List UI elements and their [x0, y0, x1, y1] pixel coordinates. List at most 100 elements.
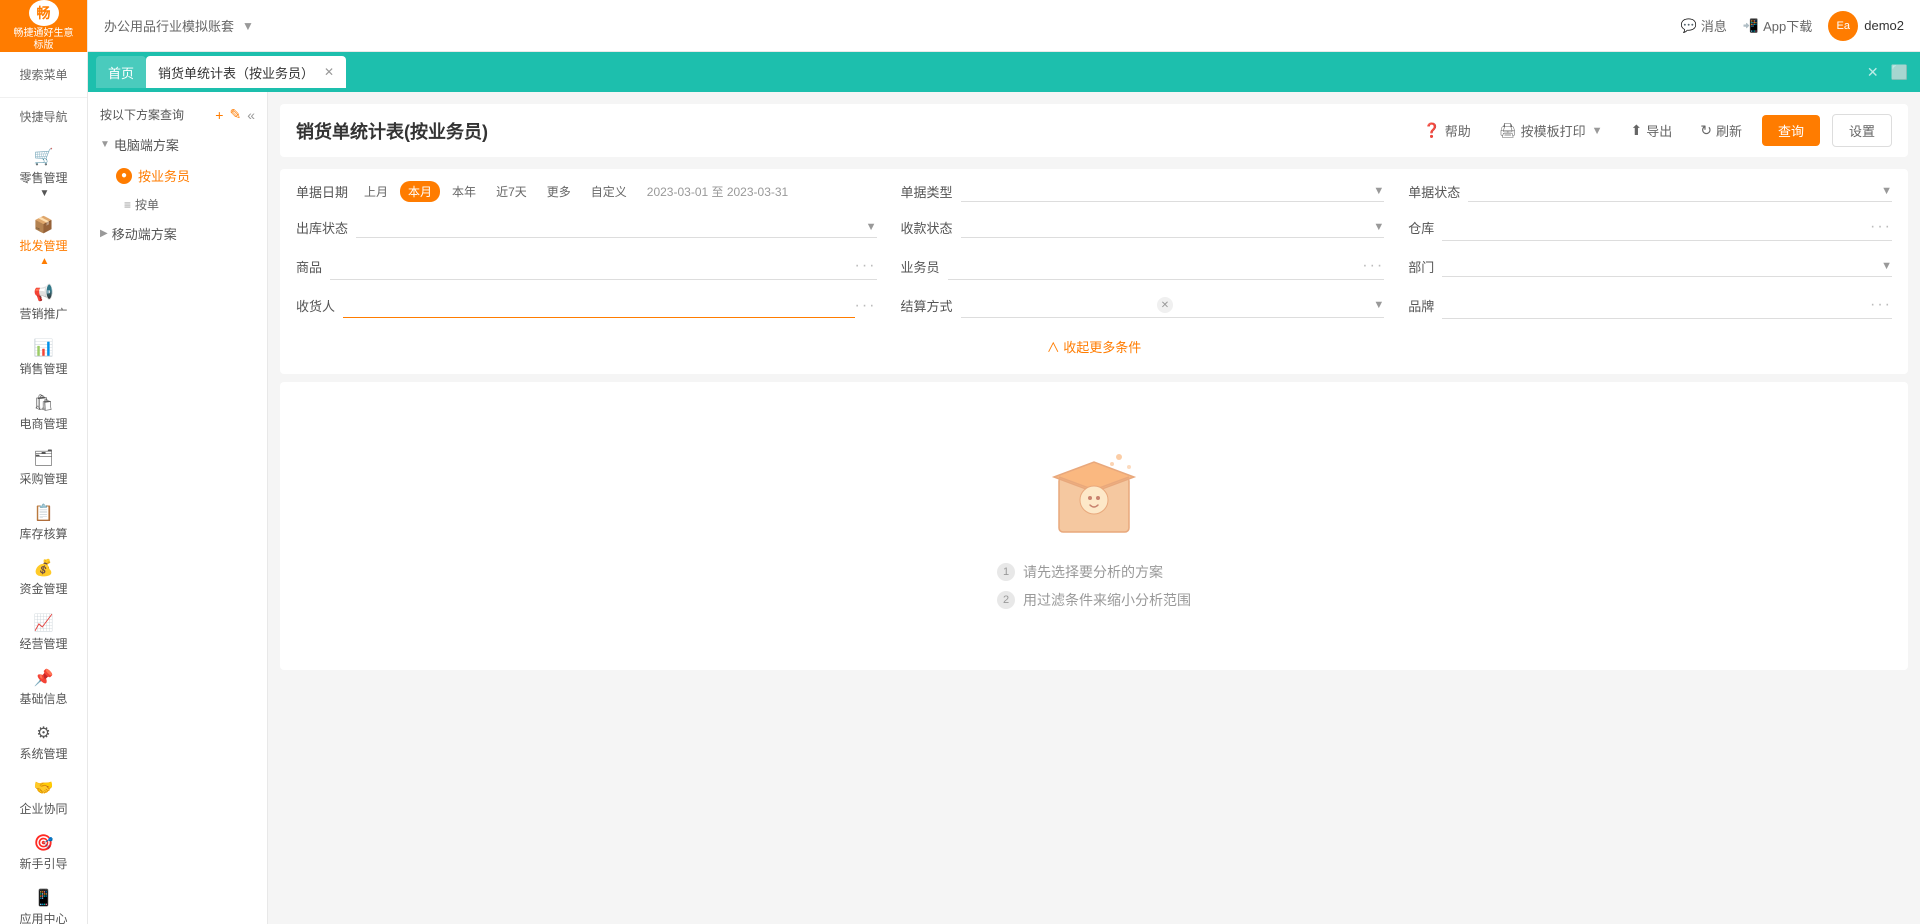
date-tab-7days[interactable]: 近7天 — [488, 181, 535, 202]
date-tab-more[interactable]: 更多 — [539, 181, 579, 202]
left-panel-edit-icon[interactable]: ✎ — [229, 106, 241, 123]
sidebar-group-wholesale[interactable]: 📦 批发管理 ▲ — [0, 207, 87, 275]
out-status-select[interactable]: ▼ — [356, 217, 876, 238]
date-tab-custom[interactable]: 自定义 — [583, 181, 635, 202]
app-download-button[interactable]: 📲 App下载 — [1743, 16, 1812, 35]
left-panel-pc-header[interactable]: ▼ 电脑端方案 — [88, 129, 267, 160]
left-panel-title: 按以下方案查询 — [100, 106, 184, 123]
date-tab-this-month[interactable]: 本月 — [400, 181, 440, 202]
collapse-more-button[interactable]: ∧ 收起更多条件 — [1047, 331, 1142, 362]
sidebar-item-retail[interactable]: 🛒 零售管理 ▼ — [0, 139, 87, 207]
sidebar-item-basic[interactable]: 📌 基础信息 — [0, 660, 87, 715]
template-print-button[interactable]: 🖨 按模板打印 ▼ — [1491, 117, 1611, 144]
export-button[interactable]: ⬆ 导出 — [1622, 117, 1680, 144]
left-panel-order-item[interactable]: ≡ 按单 — [88, 191, 267, 218]
receiver-input[interactable] — [343, 294, 855, 318]
order-item-icon: ≡ — [124, 198, 131, 212]
finance-icon: 💰 — [34, 558, 54, 578]
doc-type-select[interactable]: ▼ — [961, 181, 1385, 202]
template-print-label: 按模板打印 — [1521, 121, 1586, 140]
date-tab-this-year[interactable]: 本年 — [444, 181, 484, 202]
quick-nav-section[interactable]: 快捷导航 — [0, 98, 87, 135]
user-profile[interactable]: Ea demo2 — [1828, 11, 1904, 41]
tab-home[interactable]: 首页 — [96, 56, 146, 88]
right-panel: 销货单统计表(按业务员) ❓ 帮助 🖨 按模板打印 ▼ ⬆ 导出 — [268, 92, 1920, 924]
department-select[interactable]: ▼ — [1442, 256, 1892, 277]
setting-button[interactable]: 设置 — [1832, 114, 1892, 147]
sidebar-item-appstore[interactable]: 📱 应用中心 — [0, 880, 87, 924]
sidebar-item-ecommerce[interactable]: 🛍 电商管理 — [0, 385, 87, 440]
sidebar-item-operation[interactable]: 📈 经营管理 — [0, 605, 87, 660]
filter-row-3: 商品 ··· 业务员 ··· — [296, 253, 1892, 280]
settlement-select[interactable]: ✕ ▼ — [961, 293, 1385, 318]
refresh-label: 刷新 — [1716, 121, 1742, 140]
sidebar-search-section[interactable]: 搜索菜单 — [0, 52, 87, 98]
left-panel-mobile-header[interactable]: ▶ 移动端方案 — [88, 218, 267, 249]
receive-status-select[interactable]: ▼ — [961, 217, 1385, 238]
quick-nav-label[interactable]: 快捷导航 — [0, 102, 87, 131]
left-panel-salesperson-item[interactable]: ● 按业务员 — [88, 160, 267, 191]
tab-sales-report[interactable]: 销货单统计表（按业务员） ✕ — [146, 56, 346, 88]
filter-product: 商品 ··· — [296, 253, 877, 280]
inventory-label: 库存核算 — [19, 525, 67, 542]
wholesale-icon: 📦 — [34, 215, 54, 235]
settlement-clear-icon[interactable]: ✕ — [1157, 297, 1173, 313]
message-label: 消息 — [1701, 16, 1727, 35]
salesperson-select[interactable]: ··· — [948, 253, 1385, 280]
date-tab-last-month[interactable]: 上月 — [356, 181, 396, 202]
help-button[interactable]: ❓ 帮助 — [1415, 117, 1478, 144]
doc-status-label: 单据状态 — [1408, 182, 1460, 201]
date-tabs: 上月 本月 本年 近7天 更多 自定义 — [356, 181, 635, 202]
tab-close-window-icon[interactable]: ✕ — [1867, 64, 1879, 81]
sidebar-item-marketing[interactable]: 📢 营销推广 — [0, 275, 87, 330]
sidebar-item-enterprise[interactable]: 🤝 企业协同 — [0, 770, 87, 825]
sidebar-item-inventory[interactable]: 📋 库存核算 — [0, 495, 87, 550]
enterprise-label: 企业协同 — [19, 800, 67, 817]
tab-maximize-icon[interactable]: ⬜ — [1891, 64, 1908, 81]
left-panel-mobile-group: ▶ 移动端方案 — [88, 218, 267, 249]
receiver-dots[interactable]: ··· — [855, 297, 877, 315]
template-dropdown-arrow[interactable]: ▼ — [1592, 125, 1603, 137]
left-panel-add-icon[interactable]: + — [215, 107, 223, 123]
sidebar-item-purchase[interactable]: 🗂 采购管理 — [0, 440, 87, 495]
settlement-arrow: ▼ — [1373, 299, 1384, 311]
query-button[interactable]: 查询 — [1762, 115, 1820, 146]
page-title: 销货单统计表(按业务员) — [296, 118, 488, 144]
warehouse-select[interactable]: ··· — [1442, 214, 1892, 241]
date-filter-control: 上月 本月 本年 近7天 更多 自定义 2023-03-01 至 2023-03… — [356, 181, 876, 202]
refresh-button[interactable]: ↻ 刷新 — [1692, 117, 1750, 144]
warehouse-label: 仓库 — [1408, 218, 1434, 237]
help-label: 帮助 — [1445, 121, 1471, 140]
sidebar-item-sales[interactable]: 📊 销售管理 — [0, 330, 87, 385]
app-download-icon: 📲 — [1743, 18, 1759, 34]
search-menu-label[interactable]: 搜索菜单 — [0, 60, 87, 89]
filter-receive-status: 收款状态 ▼ — [901, 217, 1385, 238]
purchase-icon: 🗂 — [33, 448, 53, 468]
empty-tips: 1 请先选择要分析的方案 2 用过滤条件来缩小分析范围 — [997, 562, 1191, 610]
sidebar-item-wholesale[interactable]: 📦 批发管理 ▲ — [0, 207, 87, 275]
system-icon: ⚙ — [36, 723, 50, 743]
sidebar-item-newbie[interactable]: 🎯 新手引导 — [0, 825, 87, 880]
breadcrumb-dropdown-icon[interactable]: ▼ — [242, 19, 254, 33]
wholesale-label: 批发管理 — [19, 237, 67, 254]
doc-status-select[interactable]: ▼ — [1468, 181, 1892, 202]
left-panel-collapse-icon[interactable]: « — [247, 107, 255, 123]
product-select[interactable]: ··· — [330, 253, 876, 280]
filter-row-2: 出库状态 ▼ 收款状态 ▼ — [296, 214, 1892, 241]
export-icon: ⬆ — [1630, 122, 1642, 139]
retail-label: 零售管理 — [19, 169, 67, 186]
sidebar-group-retail[interactable]: 🛒 零售管理 ▼ — [0, 139, 87, 207]
filter-doc-status: 单据状态 ▼ — [1408, 181, 1892, 202]
inventory-icon: 📋 — [34, 503, 54, 523]
sidebar-item-system[interactable]: ⚙ 系统管理 — [0, 715, 87, 770]
tab-close-icon[interactable]: ✕ — [324, 65, 334, 79]
salesperson-plan-label: 按业务员 — [138, 166, 190, 185]
date-label: 单据日期 — [296, 182, 348, 201]
header-right: 💬 消息 📲 App下载 Ea demo2 — [1681, 11, 1904, 41]
message-button[interactable]: 💬 消息 — [1681, 16, 1727, 35]
sidebar-item-finance[interactable]: 💰 资金管理 — [0, 550, 87, 605]
operation-label: 经营管理 — [19, 635, 67, 652]
brand-select[interactable]: ··· — [1442, 292, 1892, 319]
user-name-label[interactable]: demo2 — [1864, 18, 1904, 33]
pc-group-label: 电脑端方案 — [114, 135, 179, 154]
